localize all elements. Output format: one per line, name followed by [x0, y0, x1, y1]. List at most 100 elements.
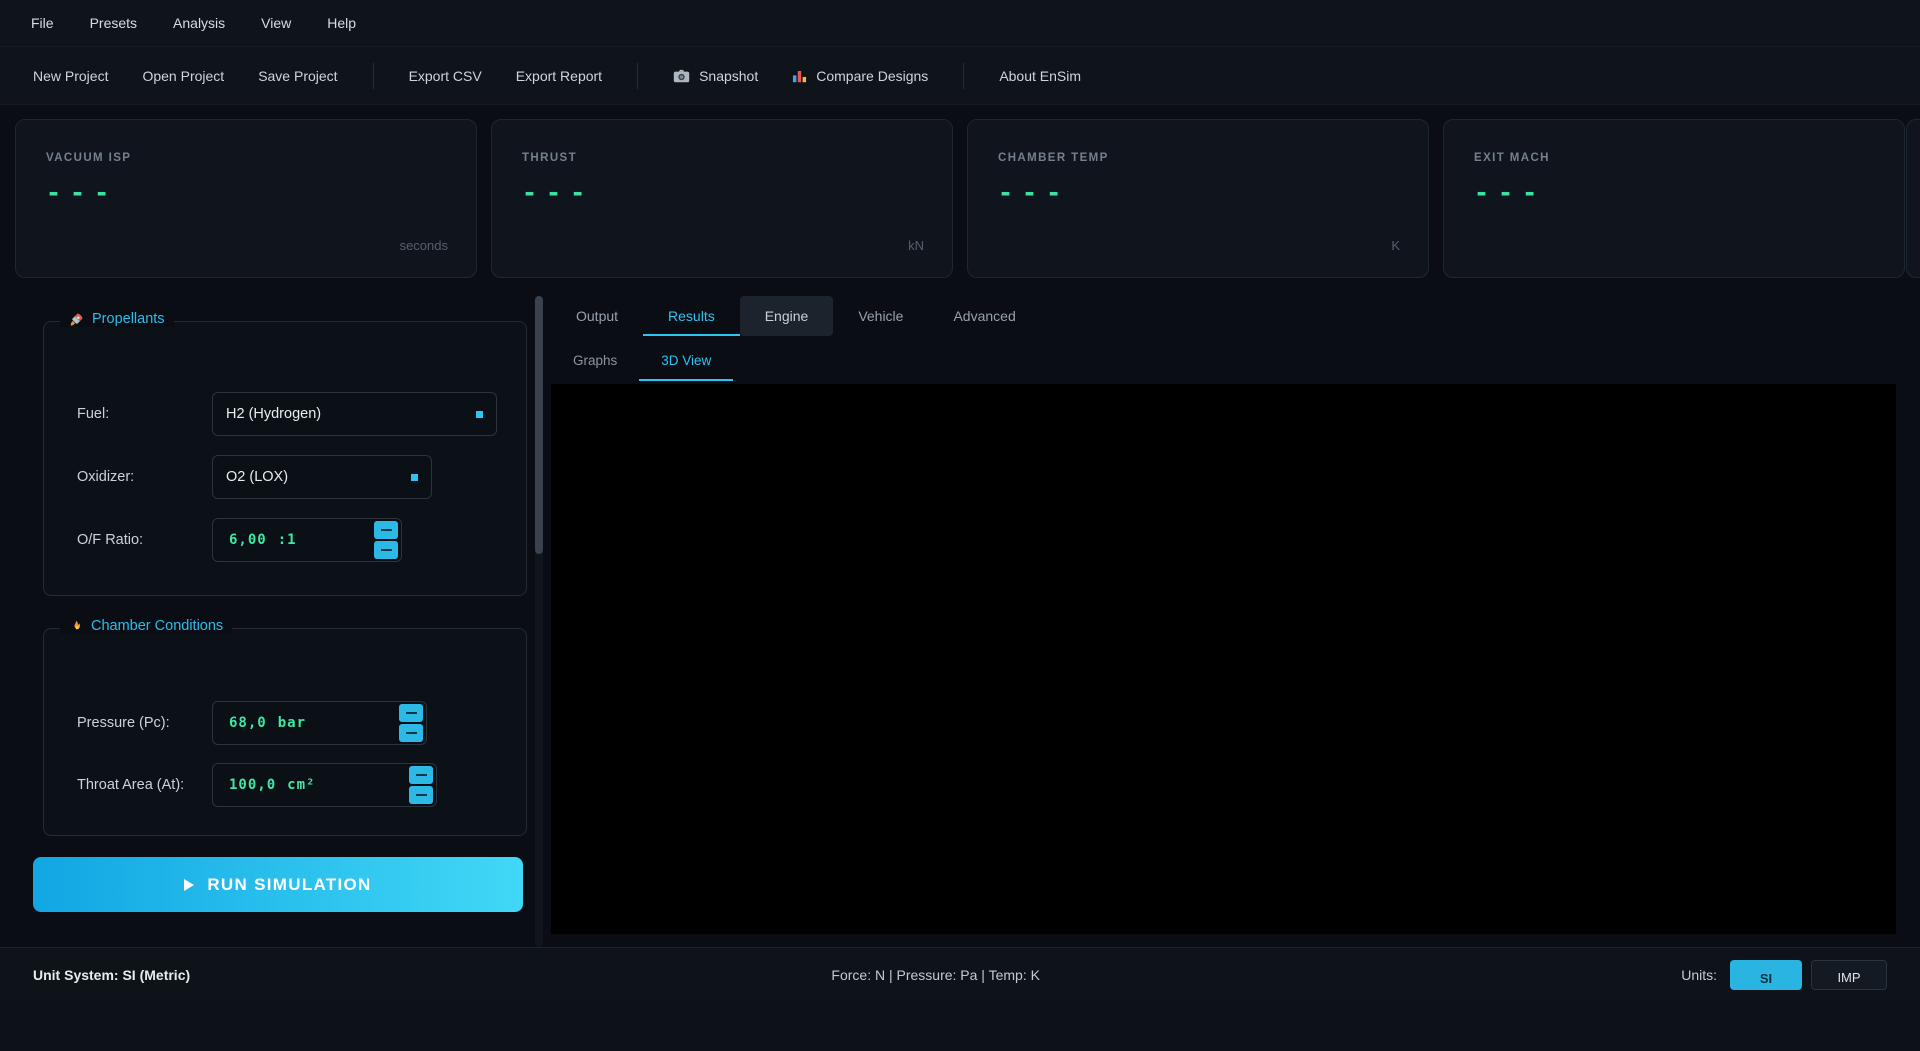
oxidizer-row: Oxidizer: O2 (LOX)	[77, 455, 526, 499]
stat-title: EXIT MACH	[1474, 152, 1550, 164]
3d-viewport[interactable]	[551, 384, 1896, 934]
stat-unit: kN	[908, 238, 924, 253]
stat-title: CHAMBER TEMP	[998, 152, 1109, 164]
of-ratio-input[interactable]: 6,00 :1	[212, 518, 402, 562]
of-ratio-label: O/F Ratio:	[77, 532, 144, 548]
pressure-value: 68,0	[229, 715, 267, 731]
throat-area-input[interactable]: 100,0 cm²	[212, 763, 437, 807]
of-ratio-value: 6,00	[229, 532, 267, 548]
tab-engine[interactable]: Engine	[739, 296, 834, 336]
scrollbar-thumb[interactable]	[535, 296, 543, 554]
export-report-button[interactable]: Export Report	[499, 59, 619, 93]
units-toggle-imp[interactable]: IMP	[1811, 959, 1887, 990]
spin-up-button[interactable]	[399, 704, 423, 722]
run-simulation-button[interactable]: RUN SIMULATION	[33, 857, 523, 912]
stat-unit: seconds	[399, 238, 448, 253]
chamber-conditions-section: Chamber Conditions Pressure (Pc): 68,0 b…	[43, 618, 527, 836]
throat-area-unit: cm²	[287, 777, 316, 793]
input-panel: Propellants Fuel: H2 (Hydrogen) Oxidizer…	[15, 296, 533, 947]
subtab-graphs[interactable]: Graphs	[551, 339, 639, 381]
menu-presets[interactable]: Presets	[75, 8, 152, 38]
stat-card-thrust: THRUST --- kN	[491, 119, 953, 278]
menu-file[interactable]: File	[16, 8, 69, 38]
results-panel: Output Results Engine Vehicle Advanced G…	[551, 296, 1896, 947]
open-project-button[interactable]: Open Project	[125, 59, 241, 93]
unit-system-label: Unit System: SI (Metric)	[33, 966, 191, 983]
subtab-3d-view[interactable]: 3D View	[639, 339, 733, 381]
units-summary-label: Force: N | Pressure: Pa | Temp: K	[831, 966, 1040, 983]
camera-icon	[673, 69, 690, 83]
spin-down-button[interactable]	[374, 541, 398, 559]
main-area: Propellants Fuel: H2 (Hydrogen) Oxidizer…	[0, 296, 1920, 947]
menu-analysis[interactable]: Analysis	[158, 8, 240, 38]
snapshot-label: Snapshot	[699, 67, 759, 84]
compare-designs-label: Compare Designs	[816, 67, 929, 84]
compare-chart-icon	[792, 69, 807, 83]
fuel-select[interactable]: H2 (Hydrogen)	[212, 392, 497, 436]
menubar: File Presets Analysis View Help	[0, 0, 1920, 47]
menu-view[interactable]: View	[246, 8, 306, 38]
chamber-conditions-legend: Chamber Conditions	[60, 618, 233, 634]
pressure-label: Pressure (Pc):	[77, 715, 170, 731]
of-ratio-row: O/F Ratio: 6,00 :1	[77, 518, 526, 562]
vertical-scrollbar[interactable]	[535, 296, 543, 947]
spin-down-button[interactable]	[409, 786, 433, 804]
of-ratio-suffix: :1	[277, 532, 297, 548]
stat-card-exit-mach: EXIT MACH ---	[1443, 119, 1905, 278]
footer-strip	[0, 1001, 1920, 1051]
menu-help[interactable]: Help	[312, 8, 371, 38]
compare-designs-button[interactable]: Compare Designs	[775, 59, 945, 93]
units-label: Units:	[1681, 966, 1717, 983]
ensim-window: { "menubar": { "items": ["File", "Preset…	[0, 0, 1920, 1051]
about-ensim-button[interactable]: About EnSim	[982, 59, 1098, 93]
main-tabs: Output Results Engine Vehicle Advanced	[551, 296, 1896, 336]
play-icon	[184, 878, 195, 891]
spinner-buttons	[399, 704, 423, 742]
fuel-label: Fuel:	[77, 406, 110, 422]
stat-title: VACUUM ISP	[46, 152, 132, 164]
units-toggle-si[interactable]: SI	[1730, 959, 1802, 990]
throat-area-row: Throat Area (At): 100,0 cm²	[77, 763, 526, 807]
stat-value: ---	[46, 178, 119, 207]
spinner-buttons	[374, 521, 398, 559]
save-project-button[interactable]: Save Project	[241, 59, 354, 93]
spin-down-button[interactable]	[399, 724, 423, 742]
spin-up-button[interactable]	[409, 766, 433, 784]
tab-vehicle[interactable]: Vehicle	[833, 296, 928, 336]
flame-icon	[69, 619, 83, 634]
fuel-value: H2 (Hydrogen)	[226, 406, 322, 422]
rocket-icon	[69, 312, 84, 327]
sub-tabs: Graphs 3D View	[551, 339, 1896, 381]
toolbar-separator	[372, 62, 374, 89]
units-toggle-group: Units: SI IMP	[1681, 959, 1887, 990]
propellants-section: Propellants Fuel: H2 (Hydrogen) Oxidizer…	[43, 311, 527, 596]
stats-row: VACUUM ISP --- seconds THRUST --- kN CHA…	[15, 119, 1920, 278]
fuel-row: Fuel: H2 (Hydrogen)	[77, 392, 526, 436]
throat-area-value: 100,0	[229, 777, 277, 793]
pressure-row: Pressure (Pc): 68,0 bar	[77, 701, 526, 745]
throat-area-label: Throat Area (At):	[77, 777, 185, 793]
dropdown-indicator-icon	[476, 410, 483, 418]
dropdown-indicator-icon	[411, 473, 418, 481]
snapshot-button[interactable]: Snapshot	[656, 59, 775, 93]
new-project-button[interactable]: New Project	[16, 59, 125, 93]
stat-value: ---	[522, 178, 595, 207]
stat-value: ---	[1474, 178, 1547, 207]
oxidizer-value: O2 (LOX)	[226, 469, 289, 485]
chamber-conditions-title: Chamber Conditions	[91, 618, 224, 634]
spin-up-button[interactable]	[374, 521, 398, 539]
run-simulation-label: RUN SIMULATION	[207, 874, 372, 894]
tab-results[interactable]: Results	[643, 296, 740, 336]
stat-value: ---	[998, 178, 1071, 207]
stat-card-partial	[1906, 119, 1920, 278]
toolbar-separator	[637, 62, 639, 89]
tab-advanced[interactable]: Advanced	[928, 296, 1040, 336]
oxidizer-select[interactable]: O2 (LOX)	[212, 455, 432, 499]
export-csv-button[interactable]: Export CSV	[392, 59, 499, 93]
tab-output[interactable]: Output	[551, 296, 643, 336]
stat-card-chamber-temp: CHAMBER TEMP --- K	[967, 119, 1429, 278]
propellants-legend: Propellants	[60, 311, 174, 327]
stat-card-vacuum-isp: VACUUM ISP --- seconds	[15, 119, 477, 278]
pressure-input[interactable]: 68,0 bar	[212, 701, 427, 745]
oxidizer-label: Oxidizer:	[77, 469, 135, 485]
